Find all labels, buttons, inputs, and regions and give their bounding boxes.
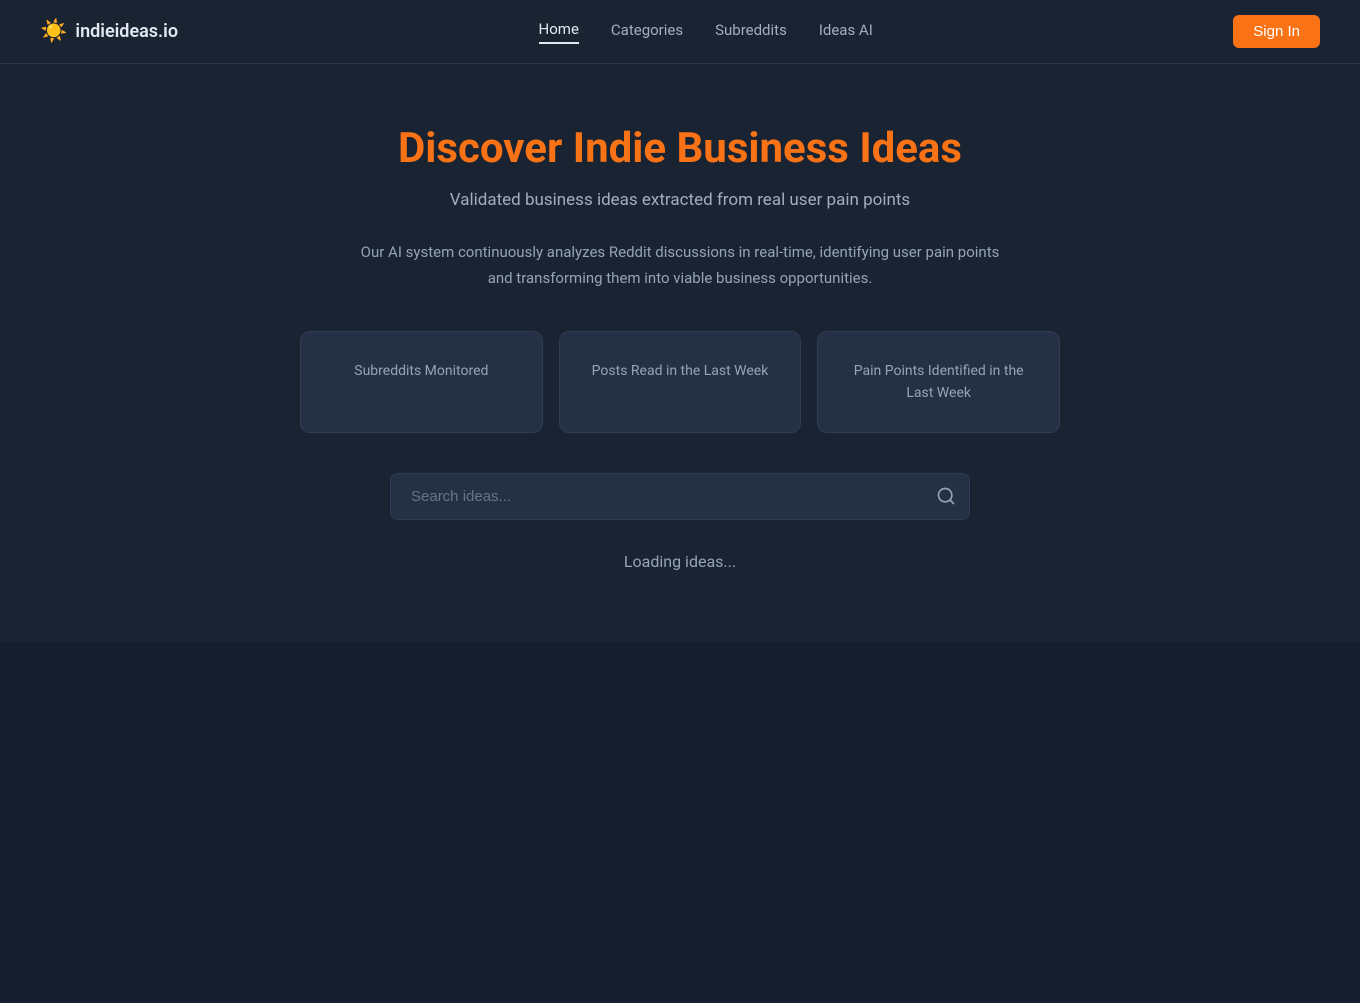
search-button[interactable] bbox=[936, 486, 956, 506]
stat-label-posts: Posts Read in the Last Week bbox=[592, 363, 769, 379]
logo-text: indieideas.io bbox=[75, 21, 178, 42]
nav-right: Sign In bbox=[1233, 15, 1320, 48]
hero-subtitle: Validated business ideas extracted from … bbox=[450, 190, 910, 210]
stat-label-pain-points: Pain Points Identified in the Last Week bbox=[854, 363, 1024, 401]
brand-logo[interactable]: ☀️ indieideas.io bbox=[40, 19, 178, 44]
stat-card-subreddits: Subreddits Monitored bbox=[300, 331, 543, 432]
nav-link-ideas-ai[interactable]: Ideas AI bbox=[819, 21, 873, 43]
search-input[interactable] bbox=[390, 473, 970, 520]
stat-card-pain-points: Pain Points Identified in the Last Week bbox=[817, 331, 1060, 432]
loading-indicator: Loading ideas... bbox=[624, 552, 736, 571]
nav-link-home[interactable]: Home bbox=[539, 20, 579, 44]
hero-section: Discover Indie Business Ideas Validated … bbox=[0, 64, 1360, 643]
nav-links: Home Categories Subreddits Ideas AI bbox=[539, 20, 873, 44]
hero-title: Discover Indie Business Ideas bbox=[398, 124, 962, 174]
nav-link-subreddits[interactable]: Subreddits bbox=[715, 21, 787, 43]
sign-in-button[interactable]: Sign In bbox=[1233, 15, 1320, 48]
stats-row: Subreddits Monitored Posts Read in the L… bbox=[300, 331, 1060, 432]
nav-link-categories[interactable]: Categories bbox=[611, 21, 683, 43]
logo-icon: ☀️ bbox=[40, 19, 67, 44]
stat-card-posts: Posts Read in the Last Week bbox=[559, 331, 802, 432]
hero-description: Our AI system continuously analyzes Redd… bbox=[350, 240, 1010, 291]
lower-section bbox=[0, 643, 1360, 1003]
search-container bbox=[390, 473, 970, 520]
stat-label-subreddits: Subreddits Monitored bbox=[354, 363, 488, 379]
search-icon bbox=[936, 486, 956, 506]
navbar: ☀️ indieideas.io Home Categories Subredd… bbox=[0, 0, 1360, 64]
